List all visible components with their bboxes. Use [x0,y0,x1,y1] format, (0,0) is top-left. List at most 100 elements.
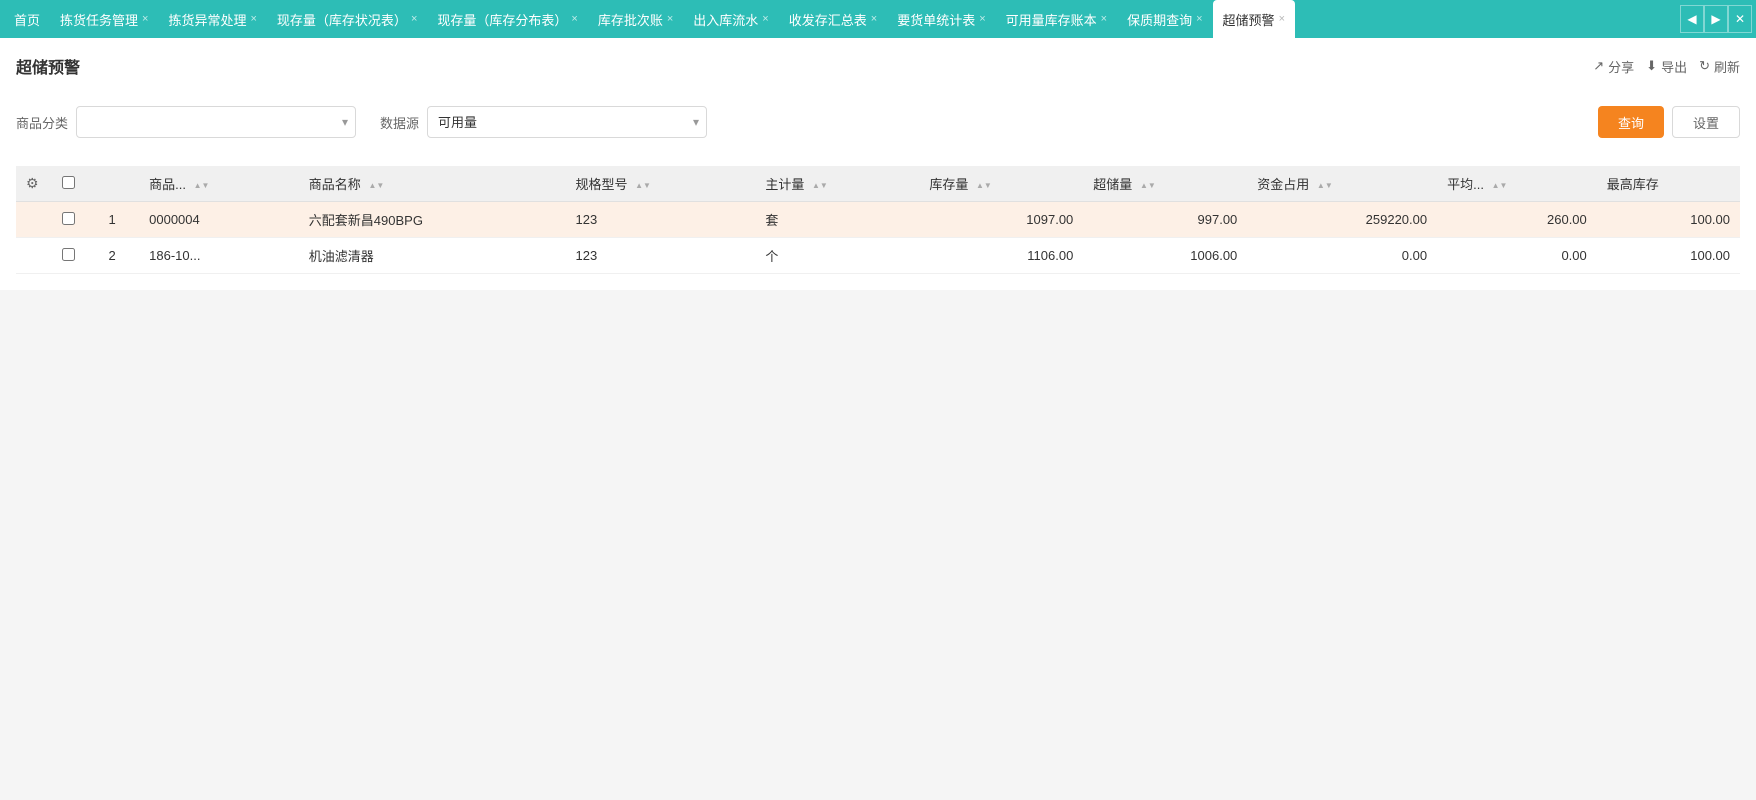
row-product-code: 0000004 [139,202,299,238]
row-gear-cell [16,238,52,274]
category-select-wrapper [76,106,356,138]
row-over-stock: 1006.00 [1083,238,1247,274]
sort-icon: ▲▼ [1492,182,1508,190]
table-row: 2 186-10... 机油滤清器 123 个 1106.00 1006.00 … [16,238,1740,274]
export-icon: ⬇ [1646,58,1657,74]
th-avg[interactable]: 平均... ▲▼ [1437,166,1597,202]
th-product-code[interactable]: 商品... ▲▼ [139,166,299,202]
nav-available-book[interactable]: 可用量库存账本 × [996,0,1117,38]
row-stock: 1106.00 [919,238,1083,274]
row-stock: 1097.00 [919,202,1083,238]
row-max-stock: 100.00 [1597,202,1740,238]
row-checkbox[interactable] [62,212,75,225]
th-spec[interactable]: 规格型号 ▲▼ [566,166,756,202]
sort-icon: ▲▼ [194,182,210,190]
close-icon[interactable]: × [1196,13,1202,25]
row-over-stock: 997.00 [1083,202,1247,238]
page-header: 超储预警 ↗ 分享 ⬇ 导出 ↻ 刷新 [16,54,1740,78]
nav-home[interactable]: 首页 [4,0,50,38]
nav-arrows: ◀ ▶ ✕ [1680,5,1752,33]
datasource-label: 数据源 [380,113,419,132]
query-button[interactable]: 查询 [1598,106,1664,138]
settings-button[interactable]: 设置 [1672,106,1740,138]
row-avg: 260.00 [1437,202,1597,238]
refresh-icon: ↻ [1699,58,1710,74]
nav-stock-dist[interactable]: 现存量（库存分布表） × [427,0,587,38]
gear-icon[interactable]: ⚙ [26,175,39,191]
row-num: 1 [85,202,139,238]
close-icon[interactable]: × [142,13,148,25]
close-icon[interactable]: × [762,13,768,25]
row-product-code: 186-10... [139,238,299,274]
sort-icon: ▲▼ [812,182,828,190]
row-gear-cell [16,202,52,238]
nav-prev-arrow[interactable]: ◀ [1680,5,1704,33]
close-icon[interactable]: × [667,13,673,25]
th-product-name[interactable]: 商品名称 ▲▼ [299,166,566,202]
row-product-name: 六配套新昌490BPG [299,202,566,238]
refresh-button[interactable]: ↻ 刷新 [1699,57,1740,76]
th-capital-use[interactable]: 资金占用 ▲▼ [1247,166,1437,202]
close-icon[interactable]: × [250,13,256,25]
row-max-stock: 100.00 [1597,238,1740,274]
nav-summary[interactable]: 收发存汇总表 × [779,0,887,38]
nav-inout-flow[interactable]: 出入库流水 × [683,0,778,38]
filter-buttons: 查询 设置 [1598,106,1740,138]
row-unit: 个 [755,238,919,274]
nav-batch-account[interactable]: 库存批次账 × [588,0,683,38]
sort-icon: ▲▼ [1140,182,1156,190]
row-product-name: 机油滤清器 [299,238,566,274]
close-icon[interactable]: × [571,13,577,25]
close-icon[interactable]: × [1279,13,1285,25]
page-container: 超储预警 ↗ 分享 ⬇ 导出 ↻ 刷新 商品分类 [0,38,1756,290]
row-num: 2 [85,238,139,274]
th-num [85,166,139,202]
nav-exception[interactable]: 拣货异常处理 × [158,0,266,38]
row-checkbox[interactable] [62,248,75,261]
nav-task-mgmt[interactable]: 拣货任务管理 × [50,0,158,38]
category-label: 商品分类 [16,113,68,132]
share-button[interactable]: ↗ 分享 [1593,57,1634,76]
datasource-select-wrapper: 可用量 库存量 [427,106,707,138]
nav-over-stock[interactable]: 超储预警 × [1213,0,1295,38]
row-capital-use: 0.00 [1247,238,1437,274]
row-capital-use: 259220.00 [1247,202,1437,238]
row-checkbox-cell [52,202,85,238]
table-header-row: ⚙ 商品... ▲▼ 商品名称 ▲▼ 规格型号 ▲▼ [16,166,1740,202]
th-max-stock[interactable]: 最高库存 [1597,166,1740,202]
nav-quality-query[interactable]: 保质期查询 × [1117,0,1212,38]
data-table: ⚙ 商品... ▲▼ 商品名称 ▲▼ 规格型号 ▲▼ [16,166,1740,274]
table-row: 1 0000004 六配套新昌490BPG 123 套 1097.00 997.… [16,202,1740,238]
nav-stock-status[interactable]: 现存量（库存状况表） × [267,0,427,38]
sort-icon: ▲▼ [368,182,384,190]
category-select[interactable] [76,106,356,138]
row-checkbox-cell [52,238,85,274]
th-unit[interactable]: 主计量 ▲▼ [755,166,919,202]
page-title: 超储预警 [16,54,80,78]
th-stock[interactable]: 库存量 ▲▼ [919,166,1083,202]
datasource-select[interactable]: 可用量 库存量 [427,106,707,138]
sort-icon: ▲▼ [976,182,992,190]
share-icon: ↗ [1593,58,1604,74]
th-gear: ⚙ [16,166,52,202]
row-unit: 套 [755,202,919,238]
nav-next-arrow[interactable]: ▶ [1704,5,1728,33]
close-icon[interactable]: × [979,13,985,25]
close-icon[interactable]: × [411,13,417,25]
close-icon[interactable]: × [1101,13,1107,25]
row-spec: 123 [566,202,756,238]
datasource-filter: 数据源 可用量 库存量 [380,106,707,138]
export-button[interactable]: ⬇ 导出 [1646,57,1687,76]
th-over-stock[interactable]: 超储量 ▲▼ [1083,166,1247,202]
select-all-checkbox[interactable] [62,176,75,189]
nav-order-stats[interactable]: 要货单统计表 × [887,0,995,38]
filter-area: 商品分类 数据源 可用量 库存量 查询 设置 [16,94,1740,150]
sort-icon: ▲▼ [1317,182,1333,190]
row-avg: 0.00 [1437,238,1597,274]
nav-close-arrow[interactable]: ✕ [1728,5,1752,33]
row-spec: 123 [566,238,756,274]
topbar: 首页 拣货任务管理 × 拣货异常处理 × 现存量（库存状况表） × 现存量（库存… [0,0,1756,38]
header-actions: ↗ 分享 ⬇ 导出 ↻ 刷新 [1593,57,1740,76]
th-checkbox [52,166,85,202]
close-icon[interactable]: × [871,13,877,25]
